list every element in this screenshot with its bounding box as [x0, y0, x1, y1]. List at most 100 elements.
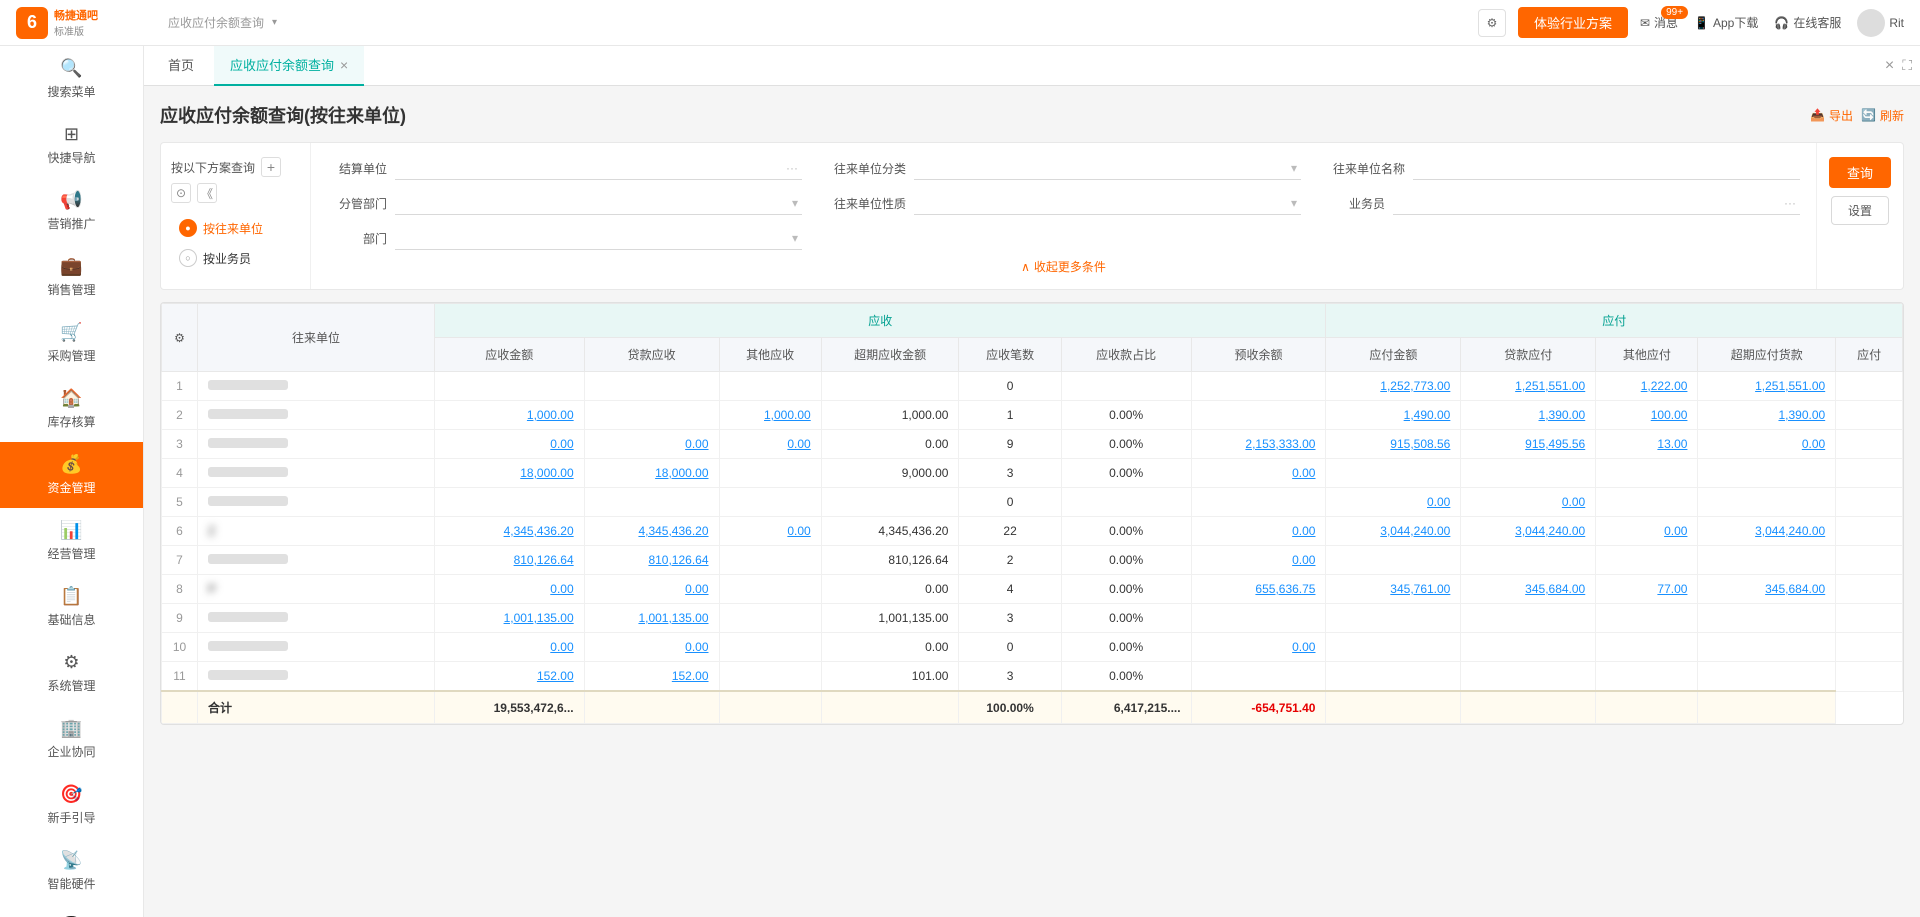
- header-actions: 📤 导出 🔄 刷新: [1810, 107, 1904, 124]
- tab-close-icon[interactable]: ×: [340, 57, 348, 73]
- dept-select[interactable]: ▾: [395, 227, 802, 250]
- cell-rec-loan-8: 1,001,135.00: [584, 604, 719, 633]
- partner-category-select[interactable]: ▾: [914, 157, 1301, 180]
- col-payable-group: 应付: [1326, 304, 1903, 338]
- scheme-collapse-icon[interactable]: 《: [197, 183, 217, 203]
- tab-home[interactable]: 首页: [152, 46, 210, 86]
- filter-partner-category: 往来单位分类 ▾: [826, 157, 1301, 180]
- sidebar-item-wechat[interactable]: 💬 企业微信: [0, 904, 143, 917]
- cell-pay-other-5: 0.00: [1596, 517, 1698, 546]
- smart-hw-label: 智能硬件: [47, 875, 95, 892]
- scheme-settings-icon[interactable]: ⊙: [171, 183, 191, 203]
- logo-text-area: 畅捷通吧 标准版: [54, 7, 98, 38]
- cell-pay-loan-5: 3,044,240.00: [1461, 517, 1596, 546]
- page-title: 应收应付余额查询(按往来单位): [160, 102, 406, 128]
- cell-pay-other-2: 13.00: [1596, 430, 1698, 459]
- cell-pay-loan-6: [1461, 546, 1596, 575]
- query-button[interactable]: 查询: [1829, 157, 1891, 188]
- settlement-unit-input[interactable]: ···: [395, 157, 802, 180]
- messages-button[interactable]: ✉ 消息 99+: [1640, 14, 1678, 31]
- cell-rec-count-4: 0: [959, 488, 1061, 517]
- cell-pay-other-3: [1596, 459, 1698, 488]
- cell-pay-extra-0: [1836, 372, 1903, 401]
- cell-rec-other-4: [719, 488, 821, 517]
- filter-partner-name: 往来单位名称: [1325, 157, 1800, 180]
- cell-pay-other-6: [1596, 546, 1698, 575]
- sidebar-item-marketing[interactable]: 📢 营销推广: [0, 178, 143, 244]
- sidebar-item-quick-nav[interactable]: ⊞ 快捷导航: [0, 112, 143, 178]
- system-label: 系统管理: [47, 677, 95, 694]
- cell-pay-extra-9: [1836, 633, 1903, 662]
- cell-rec-ratio-4: [1061, 488, 1191, 517]
- breadcrumb-chevron-icon[interactable]: ▾: [272, 17, 277, 28]
- sidebar-item-purchase[interactable]: 🛒 采购管理: [0, 310, 143, 376]
- collapse-button[interactable]: ∧ 收起更多条件: [1021, 258, 1106, 275]
- export-button[interactable]: 📤 导出: [1810, 107, 1853, 124]
- promo-button[interactable]: 体验行业方案: [1518, 7, 1628, 38]
- cell-rec-count-1: 1: [959, 401, 1061, 430]
- refresh-button[interactable]: 🔄 刷新: [1861, 107, 1904, 124]
- sidebar-item-system[interactable]: ⚙ 系统管理: [0, 640, 143, 706]
- filter-row-1: 结算单位 ··· 往来单位分类 ▾ 往来单位名称: [327, 157, 1800, 180]
- footer-empty-7: [1596, 691, 1698, 724]
- cell-rownum-10: 11: [162, 662, 198, 692]
- cell-pay-amount-0: 1,252,773.00: [1326, 372, 1461, 401]
- user-area[interactable]: Rit: [1857, 9, 1904, 37]
- cell-rec-amount-0: [434, 372, 584, 401]
- collapse-label: 收起更多条件: [1034, 258, 1106, 275]
- sidebar-item-finance[interactable]: 💰 资金管理: [0, 442, 143, 508]
- sidebar-item-operation[interactable]: 📊 经营管理: [0, 508, 143, 574]
- cell-rec-overdue-0: [821, 372, 959, 401]
- table-row: 1 0 1,252,773.00 1,251,551.00 1,222.00 1…: [162, 372, 1903, 401]
- dept-mgr-select[interactable]: ▾: [395, 192, 802, 215]
- cell-pay-extra-1: [1836, 401, 1903, 430]
- cell-rec-count-8: 3: [959, 604, 1061, 633]
- add-scheme-icon[interactable]: +: [261, 157, 281, 177]
- cell-partner-1: [198, 401, 435, 430]
- salesman-input[interactable]: ···: [1393, 192, 1800, 215]
- user-avatar: [1857, 9, 1885, 37]
- settings-button[interactable]: 设置: [1831, 196, 1889, 225]
- sidebar-item-inventory[interactable]: 🏠 库存核算: [0, 376, 143, 442]
- cell-pay-overdue-4: [1698, 488, 1836, 517]
- col-rec-amount: 应收金额: [434, 338, 584, 372]
- cell-rec-ratio-10: 0.00%: [1061, 662, 1191, 692]
- query-option-by-partner[interactable]: ● 按往来单位: [171, 213, 300, 243]
- cell-rec-amount-10: 152.00: [434, 662, 584, 692]
- system-icon: ⚙: [63, 652, 79, 673]
- cell-pay-loan-4: 0.00: [1461, 488, 1596, 517]
- sidebar-item-guide[interactable]: 🎯 新手引导: [0, 772, 143, 838]
- gear-button[interactable]: ⚙: [1478, 9, 1506, 37]
- table-scroll[interactable]: ⚙ 往来单位 应收 应付 应收金额 贷款应收 其他应收 超期应收金额: [161, 303, 1903, 724]
- partner-nature-select[interactable]: ▾: [914, 192, 1301, 215]
- cell-pay-amount-5: 3,044,240.00: [1326, 517, 1461, 546]
- filter-action-buttons: 查询 设置: [1816, 143, 1903, 289]
- user-name: Rit: [1889, 16, 1904, 30]
- cell-rec-overdue-8: 1,001,135.00: [821, 604, 959, 633]
- finance-label: 资金管理: [47, 479, 95, 496]
- tab-expand-icon[interactable]: ⛶: [1902, 57, 1912, 74]
- cell-pay-amount-8: [1326, 604, 1461, 633]
- tab-close-window-icon[interactable]: ×: [1885, 57, 1894, 75]
- support-button[interactable]: 🎧 在线客服: [1774, 14, 1841, 31]
- sidebar-item-search-menu[interactable]: 🔍 搜索菜单: [0, 46, 143, 112]
- table-settings-icon[interactable]: ⚙: [174, 331, 185, 345]
- download-button[interactable]: 📱 App下载: [1694, 14, 1758, 31]
- cell-pay-extra-4: [1836, 488, 1903, 517]
- sidebar-item-sales[interactable]: 💼 销售管理: [0, 244, 143, 310]
- col-receivable-group: 应收: [434, 304, 1326, 338]
- partner-name-input[interactable]: [1413, 157, 1800, 180]
- col-rec-other: 其他应收: [719, 338, 821, 372]
- query-option-by-staff[interactable]: ○ 按业务员: [171, 243, 300, 273]
- tab-balance-query[interactable]: 应收应付余额查询 ×: [214, 46, 364, 86]
- messages-badge: 99+: [1661, 6, 1688, 19]
- cell-rownum-0: 1: [162, 372, 198, 401]
- cell-pay-loan-8: [1461, 604, 1596, 633]
- quick-nav-label: 快捷导航: [47, 149, 95, 166]
- filter-row-3: 部门 ▾: [327, 227, 1800, 250]
- sidebar-item-smart-hw[interactable]: 📡 智能硬件: [0, 838, 143, 904]
- sidebar-item-enterprise[interactable]: 🏢 企业协同: [0, 706, 143, 772]
- sidebar-item-basic-info[interactable]: 📋 基础信息: [0, 574, 143, 640]
- col-pay-other: 其他应付: [1596, 338, 1698, 372]
- col-settings[interactable]: ⚙: [162, 304, 198, 372]
